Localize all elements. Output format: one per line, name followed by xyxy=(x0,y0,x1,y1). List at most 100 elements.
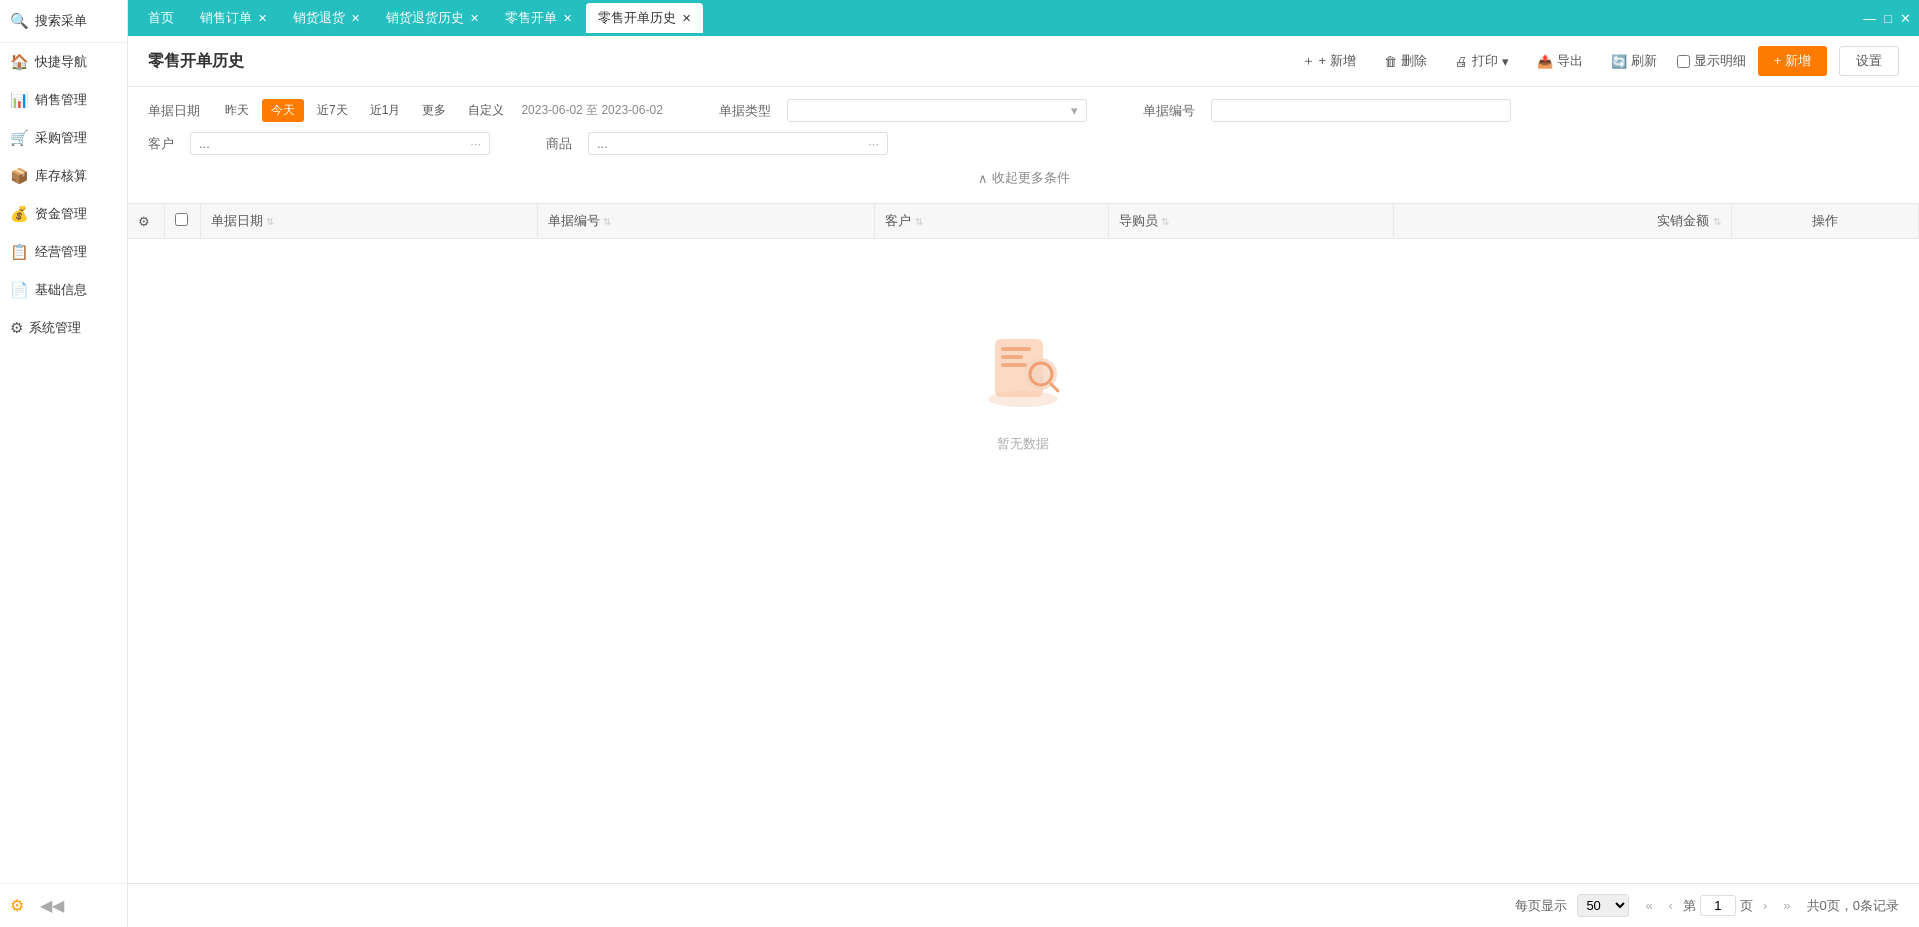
minimize-button[interactable]: — xyxy=(1863,11,1876,26)
filter-area: 单据日期 昨天 今天 近7天 近1月 更多 自定义 2023-06-02 至 2… xyxy=(128,87,1919,204)
sidebar-item-basic-info[interactable]: 📄 基础信息 xyxy=(0,271,127,309)
date-buttons: 昨天 今天 近7天 近1月 更多 自定义 2023-06-02 至 2023-0… xyxy=(216,99,663,122)
svg-line-7 xyxy=(1051,384,1058,391)
product-input-field[interactable] xyxy=(597,136,868,151)
settings-gear-icon[interactable]: ⚙ xyxy=(10,896,24,915)
th-checkbox[interactable] xyxy=(164,204,200,239)
type-filter-select[interactable]: ▾ xyxy=(787,99,1087,122)
collapse-chevron-icon: ∧ xyxy=(978,171,988,186)
tab-retail-open[interactable]: 零售开单 ✕ xyxy=(493,3,584,33)
date-btn-yesterday[interactable]: 昨天 xyxy=(216,99,258,122)
per-page-select[interactable]: 50 10 20 100 xyxy=(1577,894,1629,917)
th-settings[interactable]: ⚙ xyxy=(128,204,164,239)
sidebar-item-finance[interactable]: 💰 资金管理 xyxy=(0,195,127,233)
tab-retail-history-label: 零售开单历史 xyxy=(598,9,676,27)
tab-home[interactable]: 首页 xyxy=(136,3,186,33)
tab-sales-order-close[interactable]: ✕ xyxy=(258,12,267,25)
print-button[interactable]: 🖨 打印 ▾ xyxy=(1447,48,1517,74)
settings-icon[interactable]: ⚙ xyxy=(138,214,150,229)
type-select-chevron: ▾ xyxy=(1071,103,1078,118)
th-amount-sort-icon[interactable]: ⇅ xyxy=(1713,216,1721,227)
delete-label: 删除 xyxy=(1401,52,1427,70)
setting-button[interactable]: 设置 xyxy=(1839,46,1899,76)
customer-filter-input[interactable]: ··· xyxy=(190,132,490,155)
query-button[interactable]: + 新增 xyxy=(1758,46,1827,76)
sidebar-item-label: 基础信息 xyxy=(35,281,87,299)
th-customer-sort-icon[interactable]: ⇅ xyxy=(915,216,923,227)
date-filter-label: 单据日期 xyxy=(148,102,200,120)
tab-retail-open-label: 零售开单 xyxy=(505,9,557,27)
tab-retail-history-close[interactable]: ✕ xyxy=(682,12,691,25)
show-detail-checkbox[interactable]: 显示明细 xyxy=(1677,52,1746,70)
date-btn-more[interactable]: 更多 xyxy=(413,99,455,122)
th-date-label: 单据日期 xyxy=(211,213,263,228)
svg-rect-2 xyxy=(1001,347,1031,351)
th-guide-sort-icon[interactable]: ⇅ xyxy=(1161,216,1169,227)
th-number: 单据编号 ⇅ xyxy=(537,204,874,239)
sidebar-item-label: 系统管理 xyxy=(29,319,81,337)
last-page-button[interactable]: » xyxy=(1777,896,1796,915)
refresh-button[interactable]: 🔄 刷新 xyxy=(1603,48,1665,74)
page-nav: « ‹ 第 页 › » xyxy=(1639,895,1796,916)
sidebar-item-label: 销售管理 xyxy=(35,91,87,109)
inventory-icon: 📦 xyxy=(10,167,29,185)
export-button[interactable]: 📤 导出 xyxy=(1529,48,1591,74)
tab-return-close[interactable]: ✕ xyxy=(351,12,360,25)
date-btn-custom[interactable]: 自定义 xyxy=(459,99,513,122)
tab-retail-history[interactable]: 零售开单历史 ✕ xyxy=(586,3,703,33)
sidebar-item-sys-mgmt[interactable]: ⚙ 系统管理 xyxy=(0,309,127,347)
sidebar-search[interactable]: 🔍 搜索采单 xyxy=(0,0,127,43)
sys-icon: ⚙ xyxy=(10,319,23,337)
customer-input-field[interactable] xyxy=(199,136,470,151)
add-button[interactable]: ＋ + 新增 xyxy=(1294,48,1364,74)
window-controls: — □ ✕ xyxy=(1863,11,1911,26)
first-page-button[interactable]: « xyxy=(1639,896,1658,915)
product-filter-input[interactable]: ··· xyxy=(588,132,888,155)
home-icon: 🏠 xyxy=(10,53,29,71)
print-chevron-icon: ▾ xyxy=(1502,54,1509,69)
th-number-sort-icon[interactable]: ⇅ xyxy=(603,216,611,227)
tab-retail-open-close[interactable]: ✕ xyxy=(563,12,572,25)
main-area: 首页 销售订单 ✕ 销货退货 ✕ 销货退货历史 ✕ 零售开单 ✕ 零售开单历史 … xyxy=(128,0,1919,927)
prev-page-button[interactable]: ‹ xyxy=(1663,896,1679,915)
tab-return-history[interactable]: 销货退货历史 ✕ xyxy=(374,3,491,33)
tab-home-label: 首页 xyxy=(148,9,174,27)
delete-button[interactable]: 🗑 删除 xyxy=(1376,48,1435,74)
tab-return[interactable]: 销货退货 ✕ xyxy=(281,3,372,33)
maximize-button[interactable]: □ xyxy=(1884,11,1892,26)
tab-sales-order[interactable]: 销售订单 ✕ xyxy=(188,3,279,33)
date-btn-today[interactable]: 今天 xyxy=(262,99,304,122)
customer-dots-icon: ··· xyxy=(470,136,481,151)
sales-icon: 📊 xyxy=(10,91,29,109)
th-customer-label: 客户 xyxy=(885,213,911,228)
page-input[interactable] xyxy=(1700,895,1736,916)
product-filter-label: 商品 xyxy=(546,135,572,153)
next-page-button[interactable]: › xyxy=(1757,896,1773,915)
sidebar-item-operations[interactable]: 📋 经营管理 xyxy=(0,233,127,271)
sidebar-item-purchase-mgmt[interactable]: 🛒 采购管理 xyxy=(0,119,127,157)
sidebar-item-quick-nav[interactable]: 🏠 快捷导航 xyxy=(0,43,127,81)
sidebar-item-label: 采购管理 xyxy=(35,129,87,147)
close-button[interactable]: ✕ xyxy=(1900,11,1911,26)
page-header: 零售开单历史 ＋ + 新增 🗑 删除 🖨 打印 ▾ 📤 导出 🔄 刷新 xyxy=(128,36,1919,87)
date-btn-7days[interactable]: 近7天 xyxy=(308,99,357,122)
th-guide: 导购员 ⇅ xyxy=(1108,204,1394,239)
th-date: 单据日期 ⇅ xyxy=(200,204,537,239)
show-detail-check[interactable] xyxy=(1677,55,1690,68)
number-input-field[interactable] xyxy=(1220,103,1502,118)
collapse-sidebar-icon[interactable]: ◀◀ xyxy=(40,896,64,915)
date-btn-1month[interactable]: 近1月 xyxy=(361,99,410,122)
th-date-sort-icon[interactable]: ⇅ xyxy=(266,216,274,227)
select-all-checkbox[interactable] xyxy=(175,213,188,226)
sidebar-item-sales-mgmt[interactable]: 📊 销售管理 xyxy=(0,81,127,119)
th-guide-label: 导购员 xyxy=(1119,213,1158,228)
export-label: 导出 xyxy=(1557,52,1583,70)
number-filter-label: 单据编号 xyxy=(1143,102,1195,120)
collapse-more-btn[interactable]: ∧ 收起更多条件 xyxy=(148,165,1899,191)
data-table: ⚙ 单据日期 ⇅ 单据编号 ⇅ 客户 ⇅ xyxy=(128,204,1919,533)
number-filter-input[interactable] xyxy=(1211,99,1511,122)
sidebar-item-inventory[interactable]: 📦 库存核算 xyxy=(0,157,127,195)
page-title: 零售开单历史 xyxy=(148,51,244,72)
sidebar-item-label: 快捷导航 xyxy=(35,53,87,71)
tab-return-history-close[interactable]: ✕ xyxy=(470,12,479,25)
